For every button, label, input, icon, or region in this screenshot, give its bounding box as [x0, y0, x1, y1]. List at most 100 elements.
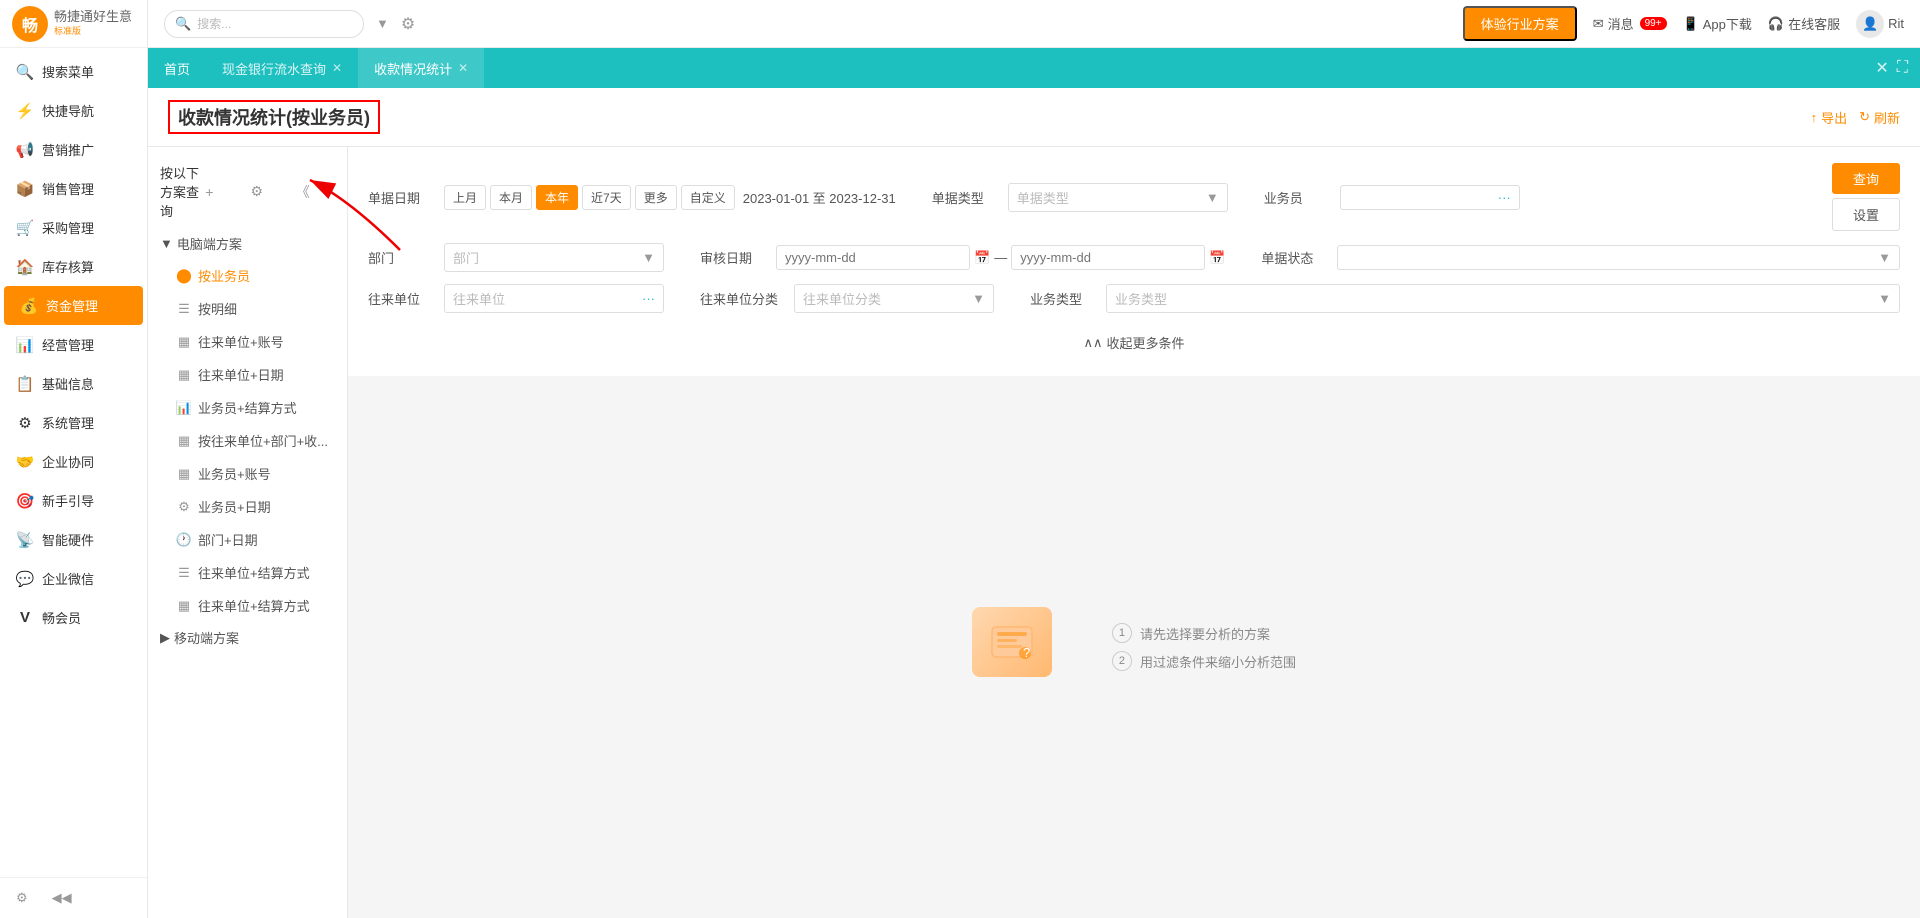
scheme-item-by-salesperson[interactable]: ⬤ 按业务员 — [148, 259, 347, 292]
unit-settlement2-icon: ▦ — [176, 598, 192, 614]
sidebar-item-guide[interactable]: 🎯新手引导 — [0, 481, 147, 520]
scheme-add-btn[interactable]: + — [205, 184, 244, 200]
biz-type-select[interactable]: 业务类型 ▼ — [1106, 284, 1900, 313]
unit-settlement1-icon: ☰ — [176, 565, 192, 581]
scheme-settings-btn[interactable]: ⚙ — [251, 183, 290, 200]
logo-text: 畅捷通好生意 标准版 — [54, 9, 132, 38]
tab-maximize-btn[interactable]: ⛶ — [1897, 59, 1908, 77]
review-date-to[interactable] — [1011, 245, 1205, 270]
tab-collection-close[interactable]: ✕ — [458, 61, 468, 75]
message-btn[interactable]: ✉ 消息 99+ — [1593, 14, 1667, 33]
topbar-dropdown-icon[interactable]: ▼ — [376, 16, 389, 31]
doc-status-select[interactable]: ▼ — [1337, 245, 1900, 270]
calendar-icon-from[interactable]: 📅 — [974, 250, 990, 266]
salesperson-input[interactable]: ··· — [1340, 185, 1520, 210]
tab-close-all-btn[interactable]: ✕ — [1875, 58, 1888, 78]
logo-area: 畅 畅捷通好生意 标准版 — [0, 0, 147, 48]
sidebar-item-purchase[interactable]: 🛒采购管理 — [0, 208, 147, 247]
sidebar-collapse-btn[interactable]: ◀◀ — [44, 886, 80, 910]
scheme-item-unit-settlement1[interactable]: ☰ 往来单位+结算方式 — [148, 556, 347, 589]
scheme-item-salesperson-settlement[interactable]: 📊 业务员+结算方式 — [148, 391, 347, 424]
date-btn-last-month[interactable]: 上月 — [444, 185, 486, 210]
date-btn-more[interactable]: 更多 — [635, 185, 677, 210]
date-btn-custom[interactable]: 自定义 — [681, 185, 735, 210]
review-date-from[interactable] — [776, 245, 970, 270]
filter-row-2: 部门 部门 ▼ 审核日期 📅 — 📅 单据状态 — [368, 243, 1900, 272]
empty-step-1: 1 请先选择要分析的方案 — [1112, 623, 1296, 643]
sidebar-item-wechat[interactable]: 💬企业微信 — [0, 559, 147, 598]
salesperson-date-icon: ⚙ — [176, 499, 192, 515]
tab-collection[interactable]: 收款情况统计 ✕ — [358, 48, 484, 88]
query-btn[interactable]: 查询 — [1832, 163, 1900, 194]
dept-label: 部门 — [368, 248, 428, 267]
sidebar-item-sales[interactable]: 📦销售管理 — [0, 169, 147, 208]
scheme-item-by-detail[interactable]: ☰ 按明细 — [148, 292, 347, 325]
detail-icon: ☰ — [176, 301, 192, 317]
dept-select[interactable]: 部门 ▼ — [444, 243, 664, 272]
date-btn-this-month[interactable]: 本月 — [490, 185, 532, 210]
partner-label: 往来单位 — [368, 289, 428, 308]
date-btn-this-year[interactable]: 本年 — [536, 185, 578, 210]
topbar-search[interactable]: 🔍 搜索... — [164, 10, 364, 38]
refresh-btn[interactable]: ↻ 刷新 — [1859, 108, 1900, 127]
sidebar-item-inventory[interactable]: 🏠库存核算 — [0, 247, 147, 286]
search-icon: 🔍 — [175, 16, 191, 32]
sidebar-bottom: ⚙ ◀◀ — [0, 877, 147, 918]
date-range: 2023-01-01 至 2023-12-31 — [743, 188, 896, 207]
hardware-icon: 📡 — [16, 531, 34, 549]
partner-category-select[interactable]: 往来单位分类 ▼ — [794, 284, 994, 313]
settings-btn[interactable]: 设置 — [1832, 198, 1900, 231]
tab-home[interactable]: 首页 — [148, 48, 206, 88]
tab-bank[interactable]: 现金银行流水查询 ✕ — [206, 48, 358, 88]
doc-type-arrow-icon: ▼ — [1206, 190, 1219, 205]
calendar-icon-to[interactable]: 📅 — [1209, 250, 1225, 266]
review-date-group: 📅 — 📅 — [776, 245, 1225, 270]
doc-type-select[interactable]: 单据类型 ▼ — [1008, 183, 1228, 212]
scheme-item-unit-account[interactable]: ▦ 往来单位+账号 — [148, 325, 347, 358]
partner-input[interactable]: 往来单位 ··· — [444, 284, 664, 313]
filter-section: 单据日期 上月 本月 本年 近7天 更多 自定义 2023-01-01 至 20… — [348, 147, 1920, 376]
sales-icon: 📦 — [16, 180, 34, 198]
scheme-section-mobile-title[interactable]: ▶ 移动端方案 — [148, 622, 347, 653]
scheme-item-salesperson-date[interactable]: ⚙ 业务员+日期 — [148, 490, 347, 523]
collapse-btn[interactable]: ∧∧ 收起更多条件 — [368, 325, 1900, 360]
filter-row-3: 往来单位 往来单位 ··· 往来单位分类 往来单位分类 ▼ 业务类型 业务类型 … — [368, 284, 1900, 313]
sidebar-item-hardware[interactable]: 📡智能硬件 — [0, 520, 147, 559]
app-download-btn[interactable]: 📱 App下载 — [1683, 14, 1752, 33]
sidebar-item-member[interactable]: V畅会员 — [0, 598, 147, 637]
refresh-icon: ↻ — [1859, 109, 1870, 125]
main-area: 🔍 搜索... ▼ ⚙ 体验行业方案 ✉ 消息 99+ 📱 App下载 🎧 在线… — [148, 0, 1920, 918]
scheme-section-pc-title[interactable]: ▼ 电脑端方案 — [148, 228, 347, 259]
scheme-item-dept-date[interactable]: 🕐 部门+日期 — [148, 523, 347, 556]
partner-more-icon[interactable]: ··· — [642, 291, 655, 306]
scheme-item-unit-date[interactable]: ▦ 往来单位+日期 — [148, 358, 347, 391]
online-service-btn[interactable]: 🎧 在线客服 — [1768, 14, 1840, 33]
salesperson-more-icon[interactable]: ··· — [1498, 190, 1511, 205]
sidebar-item-operation[interactable]: 📊经营管理 — [0, 325, 147, 364]
user-avatar[interactable]: 👤 Rit — [1856, 10, 1904, 38]
empty-illustration: ? — [972, 607, 1072, 687]
sidebar-item-quicknav[interactable]: ⚡快捷导航 — [0, 91, 147, 130]
tab-bank-close[interactable]: ✕ — [332, 61, 342, 75]
scheme-collapse-btn[interactable]: 《 — [296, 182, 335, 202]
export-btn[interactable]: ↑ 导出 — [1811, 108, 1848, 127]
scheme-item-unit-settlement2[interactable]: ▦ 往来单位+结算方式 — [148, 589, 347, 622]
date-buttons-group: 上月 本月 本年 近7天 更多 自定义 2023-01-01 至 2023-12… — [444, 185, 896, 210]
scheme-item-salesperson-account[interactable]: ▦ 业务员+账号 — [148, 457, 347, 490]
date-btn-7days[interactable]: 近7天 — [582, 185, 631, 210]
tabbar-right: ✕ ⛶ — [1875, 58, 1920, 78]
sidebar-item-finance[interactable]: 💰资金管理 — [4, 286, 143, 325]
sidebar-item-search[interactable]: 🔍搜索菜单 — [0, 52, 147, 91]
enterprise-icon: 🤝 — [16, 453, 34, 471]
sidebar-item-enterprise[interactable]: 🤝企业协同 — [0, 442, 147, 481]
sidebar-item-system[interactable]: ⚙系统管理 — [0, 403, 147, 442]
purchase-icon: 🛒 — [16, 219, 34, 237]
trial-btn[interactable]: 体验行业方案 — [1463, 6, 1577, 41]
topbar-gear-icon[interactable]: ⚙ — [401, 14, 415, 34]
scheme-item-unit-dept-collect[interactable]: ▦ 按往来单位+部门+收... — [148, 424, 347, 457]
sidebar-item-marketing[interactable]: 📢营销推广 — [0, 130, 147, 169]
topbar-actions: 体验行业方案 ✉ 消息 99+ 📱 App下载 🎧 在线客服 👤 Rit — [1463, 6, 1904, 41]
sidebar-settings-btn[interactable]: ⚙ — [8, 886, 36, 910]
sidebar-item-basic[interactable]: 📋基础信息 — [0, 364, 147, 403]
salesperson-icon: ⬤ — [176, 268, 192, 284]
